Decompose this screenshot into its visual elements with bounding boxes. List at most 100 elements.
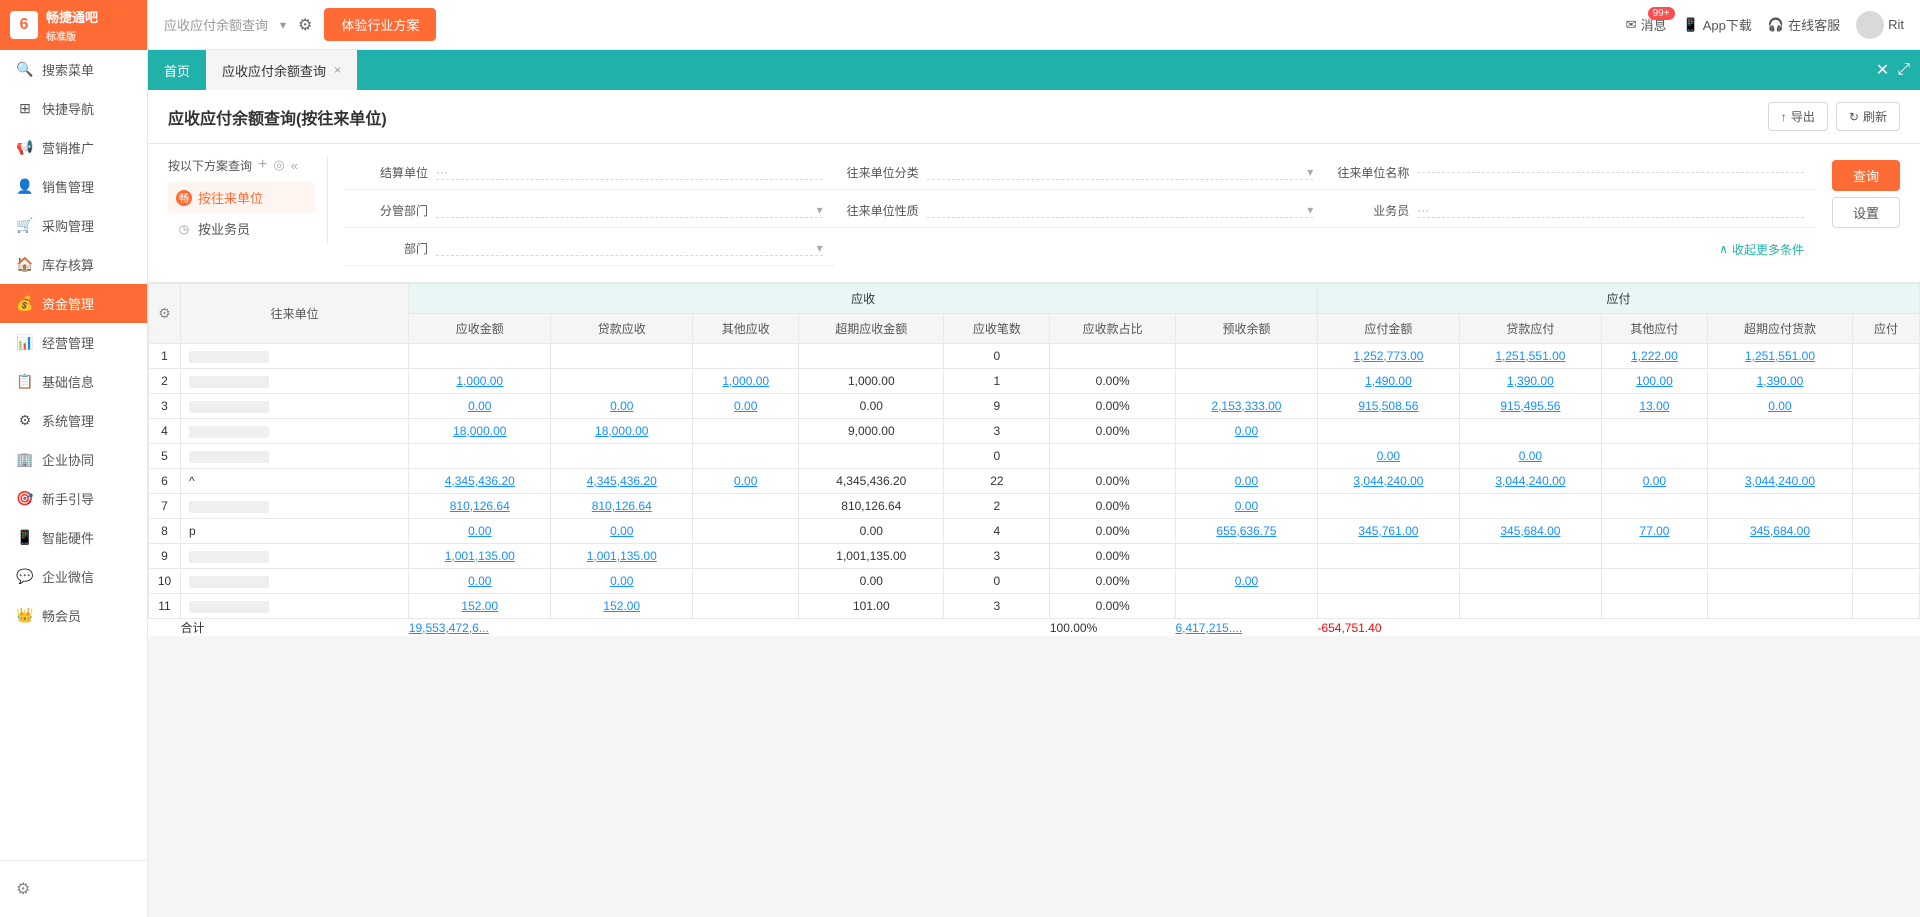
unit-category-input[interactable]: ▾ <box>927 165 1314 180</box>
table-cell[interactable]: 0.00 <box>1175 419 1317 444</box>
table-cell[interactable]: 0.00 <box>1601 469 1707 494</box>
sidebar-item-corp[interactable]: 🏢 企业协同 <box>0 440 147 479</box>
scheme-settings-icon[interactable]: ◎ <box>273 157 284 173</box>
sidebar-item-wechat[interactable]: 💬 企业微信 <box>0 557 147 596</box>
user-avatar[interactable]: Rit <box>1856 11 1904 39</box>
table-cell[interactable]: 0.00 <box>1707 394 1852 419</box>
table-cell[interactable]: 152.00 <box>551 594 693 619</box>
dept-manager-input[interactable]: ▾ <box>436 203 823 218</box>
sidebar-item-purchase[interactable]: 🛒 采购管理 <box>0 206 147 245</box>
table-cell[interactable]: 2,153,333.00 <box>1175 394 1317 419</box>
refresh-button[interactable]: ↻ 刷新 <box>1836 102 1900 131</box>
table-cell[interactable]: 152.00 <box>409 594 551 619</box>
table-cell[interactable]: 0.00 <box>1459 444 1601 469</box>
filter-area: 按以下方案查询 + ◎ « 畅 按往来单位 ◷ 按业务员 <box>148 144 1920 283</box>
message-btn[interactable]: ✉ 消息 99+ <box>1626 15 1667 34</box>
table-cell[interactable]: 100.00 <box>1601 369 1707 394</box>
table-cell[interactable]: 0.00 <box>1175 494 1317 519</box>
sidebar-item-finance[interactable]: 💰 资金管理 <box>0 284 147 323</box>
service-btn[interactable]: 🎧 在线客服 <box>1768 15 1840 34</box>
table-cell[interactable]: 345,684.00 <box>1459 519 1601 544</box>
table-cell[interactable]: 1,000.00 <box>693 369 799 394</box>
col-receivable-amount: 应收金额 <box>409 314 551 344</box>
table-cell[interactable]: 3,044,240.00 <box>1707 469 1852 494</box>
sidebar-item-search[interactable]: 🔍 搜索菜单 <box>0 50 147 89</box>
filter-settings-button[interactable]: 设置 <box>1832 197 1900 228</box>
table-cell[interactable]: 0.00 <box>551 394 693 419</box>
salesman-input[interactable]: ··· <box>1417 203 1804 218</box>
table-cell[interactable]: 13.00 <box>1601 394 1707 419</box>
solution-button[interactable]: 体验行业方案 <box>324 8 436 41</box>
table-settings-icon[interactable]: ⚙ <box>158 305 171 321</box>
table-cell[interactable]: 77.00 <box>1601 519 1707 544</box>
collapse-button[interactable]: ∧ 收起更多条件 <box>1719 233 1804 266</box>
table-cell: 2 <box>149 369 181 394</box>
add-scheme-btn[interactable]: + <box>258 156 267 174</box>
scheme-collapse-icon[interactable]: « <box>291 158 298 173</box>
sidebar-item-operation[interactable]: 📊 经营管理 <box>0 323 147 362</box>
table-cell[interactable]: 1,490.00 <box>1317 369 1459 394</box>
close-tab-btn[interactable]: ✕ <box>1876 60 1889 80</box>
table-cell[interactable]: 345,684.00 <box>1707 519 1852 544</box>
table-cell[interactable]: 810,126.64 <box>551 494 693 519</box>
query-button[interactable]: 查询 <box>1832 160 1900 191</box>
table-cell[interactable]: 3,044,240.00 <box>1317 469 1459 494</box>
table-cell[interactable]: 345,761.00 <box>1317 519 1459 544</box>
sidebar-item-marketing[interactable]: 📢 营销推广 <box>0 128 147 167</box>
table-cell[interactable]: 810,126.64 <box>409 494 551 519</box>
sidebar-item-nav[interactable]: ⊞ 快捷导航 <box>0 89 147 128</box>
sidebar-item-hardware[interactable]: 📱 智能硬件 <box>0 518 147 557</box>
tab-close-icon[interactable]: × <box>334 63 341 77</box>
sidebar-item-inventory[interactable]: 🏠 库存核算 <box>0 245 147 284</box>
table-cell[interactable]: 1,000.00 <box>409 369 551 394</box>
table-cell[interactable]: 0.00 <box>551 519 693 544</box>
table-cell[interactable]: 4,345,436.20 <box>551 469 693 494</box>
dept-input[interactable]: ▾ <box>436 241 823 256</box>
table-cell[interactable]: 1,251,551.00 <box>1707 344 1852 369</box>
sidebar-item-sales[interactable]: 👤 销售管理 <box>0 167 147 206</box>
sidebar-settings-btn[interactable]: ⚙ <box>0 871 147 907</box>
settlement-unit-input[interactable]: ··· <box>436 165 823 180</box>
tab-home[interactable]: 首页 <box>148 50 206 90</box>
table-cell[interactable]: 1,001,135.00 <box>551 544 693 569</box>
table-cell: 0.00% <box>1050 544 1176 569</box>
unit-nature-input[interactable]: ▾ <box>927 203 1314 218</box>
sidebar-item-system[interactable]: ⚙ 系统管理 <box>0 401 147 440</box>
table-cell[interactable]: 0.00 <box>1175 569 1317 594</box>
table-cell[interactable]: 18,000.00 <box>551 419 693 444</box>
scheme-by-unit[interactable]: 畅 按往来单位 <box>168 182 315 213</box>
sidebar-item-guide[interactable]: 🎯 新手引导 <box>0 479 147 518</box>
tab-query[interactable]: 应收应付余额查询 × <box>206 50 357 90</box>
col-settings-header[interactable]: ⚙ <box>149 284 181 344</box>
table-cell[interactable]: 0.00 <box>551 569 693 594</box>
table-cell[interactable]: 0.00 <box>1317 444 1459 469</box>
table-cell[interactable]: 1,222.00 <box>1601 344 1707 369</box>
table-cell[interactable]: 915,495.56 <box>1459 394 1601 419</box>
table-cell[interactable]: 0.00 <box>693 394 799 419</box>
table-cell[interactable]: 1,252,773.00 <box>1317 344 1459 369</box>
table-cell[interactable]: 4,345,436.20 <box>409 469 551 494</box>
table-cell[interactable]: 0.00 <box>693 469 799 494</box>
sidebar-item-basic[interactable]: 📋 基础信息 <box>0 362 147 401</box>
table-cell[interactable]: 1,390.00 <box>1707 369 1852 394</box>
table-cell[interactable]: 0.00 <box>1175 469 1317 494</box>
table-cell[interactable]: 915,508.56 <box>1317 394 1459 419</box>
table-cell[interactable]: 1,390.00 <box>1459 369 1601 394</box>
table-cell[interactable]: 1,251,551.00 <box>1459 344 1601 369</box>
table-cell[interactable]: 0.00 <box>409 569 551 594</box>
username: Rit <box>1888 17 1904 32</box>
topbar-dropdown-icon[interactable]: ▾ <box>280 18 286 32</box>
table-cell[interactable]: 655,636.75 <box>1175 519 1317 544</box>
table-cell[interactable]: 3,044,240.00 <box>1459 469 1601 494</box>
table-cell[interactable]: 0.00 <box>409 394 551 419</box>
fullscreen-btn[interactable]: ⤢ <box>1897 61 1910 79</box>
table-cell[interactable]: 0.00 <box>409 519 551 544</box>
export-button[interactable]: ↑ 导出 <box>1768 102 1828 131</box>
sidebar-item-member[interactable]: 👑 畅会员 <box>0 596 147 635</box>
scheme-by-salesman[interactable]: ◷ 按业务员 <box>168 213 315 244</box>
table-cell[interactable]: 18,000.00 <box>409 419 551 444</box>
unit-name-input[interactable] <box>1417 172 1804 173</box>
topbar-gear-icon[interactable]: ⚙ <box>298 15 312 35</box>
table-cell[interactable]: 1,001,135.00 <box>409 544 551 569</box>
app-download-btn[interactable]: 📱 App下载 <box>1683 15 1752 34</box>
